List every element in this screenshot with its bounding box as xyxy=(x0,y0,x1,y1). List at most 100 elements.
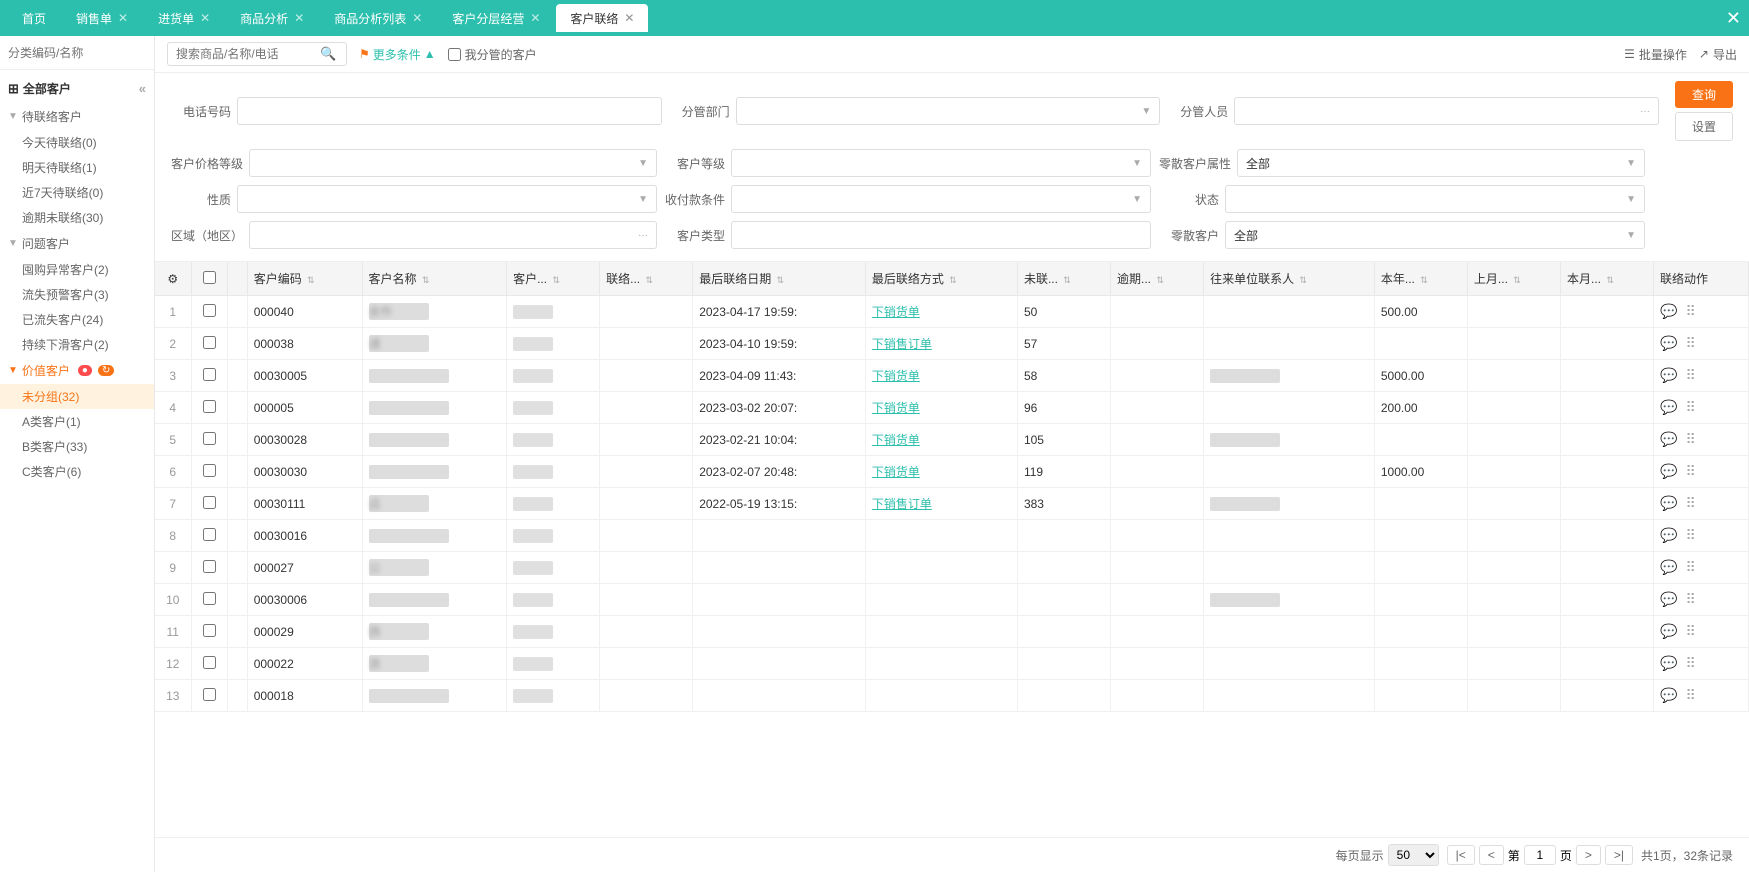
select-all-checkbox[interactable] xyxy=(203,271,216,284)
row-checkbox[interactable] xyxy=(191,392,227,424)
filter-region-select[interactable]: ··· xyxy=(249,221,657,249)
tab-sales-close[interactable]: ✕ xyxy=(118,11,128,25)
tab-purchase-close[interactable]: ✕ xyxy=(200,11,210,25)
more-action-icon[interactable]: ⠿ xyxy=(1685,367,1695,384)
this-month-col-header[interactable]: 本月... ⇅ xyxy=(1560,262,1653,296)
filter-customer-type-select[interactable] xyxy=(731,221,1151,249)
tab-goods-analysis-close[interactable]: ✕ xyxy=(294,11,304,25)
sidebar-item-no-group[interactable]: 未分组(32) xyxy=(0,384,154,409)
tab-sales[interactable]: 销售单 ✕ xyxy=(62,4,142,32)
last-month-col-header[interactable]: 上月... ⇅ xyxy=(1467,262,1560,296)
name-col-header[interactable]: 客户名称 ⇅ xyxy=(362,262,507,296)
next-page-button[interactable]: > xyxy=(1576,845,1601,865)
sidebar-item-today-pending[interactable]: 今天待联络(0) xyxy=(0,130,154,155)
reset-button[interactable]: 设置 xyxy=(1675,112,1733,141)
more-action-icon[interactable]: ⠿ xyxy=(1685,303,1695,320)
row-checkbox[interactable] xyxy=(191,360,227,392)
code-col-header[interactable]: 客户编码 ⇅ xyxy=(247,262,362,296)
filter-staff-select[interactable]: ··· xyxy=(1234,97,1659,125)
filter-payment-select[interactable]: ▼ xyxy=(731,185,1151,213)
tab-customer-segment-close[interactable]: ✕ xyxy=(530,11,540,25)
tab-bar-close-all[interactable]: ✕ xyxy=(1726,8,1741,29)
more-action-icon[interactable]: ⠿ xyxy=(1685,431,1695,448)
contact-icon[interactable]: 💬 xyxy=(1660,463,1677,480)
more-action-icon[interactable]: ⠿ xyxy=(1685,591,1695,608)
contact-icon[interactable]: 💬 xyxy=(1660,303,1677,320)
contact-icon[interactable]: 💬 xyxy=(1660,623,1677,640)
sidebar-all-customers[interactable]: ⊞ 全部客户 « xyxy=(0,74,154,103)
sidebar-section-problem[interactable]: ▼ 问题客户 xyxy=(0,230,154,257)
tab-goods-analysis-list[interactable]: 商品分析列表 ✕ xyxy=(320,4,436,32)
tab-customer-segment[interactable]: 客户分层经营 ✕ xyxy=(438,4,554,32)
row-checkbox[interactable] xyxy=(191,520,227,552)
sidebar-item-class-c[interactable]: C类客户(6) xyxy=(0,459,154,484)
sidebar-section-value[interactable]: ▼ 价值客户 ● ↻ xyxy=(0,357,154,384)
row-checkbox[interactable] xyxy=(191,680,227,712)
row-checkbox[interactable] xyxy=(191,488,227,520)
sidebar-item-declining[interactable]: 持续下滑客户(2) xyxy=(0,332,154,357)
more-action-icon[interactable]: ⠿ xyxy=(1685,495,1695,512)
tab-goods-analysis-list-close[interactable]: ✕ xyxy=(412,11,422,25)
contact-icon[interactable]: 💬 xyxy=(1660,591,1677,608)
contact-icon[interactable]: 💬 xyxy=(1660,559,1677,576)
contact-icon[interactable]: 💬 xyxy=(1660,367,1677,384)
filter-price-level-select[interactable]: ▼ xyxy=(249,149,657,177)
tab-goods-analysis[interactable]: 商品分析 ✕ xyxy=(226,4,318,32)
filter-customer-level-select[interactable]: ▼ xyxy=(731,149,1151,177)
last-contact-date-col-header[interactable]: 最后联络日期 ⇅ xyxy=(693,262,866,296)
first-page-button[interactable]: |< xyxy=(1447,845,1475,865)
contact-icon[interactable]: 💬 xyxy=(1660,687,1677,704)
sidebar-item-7day-pending[interactable]: 近7天待联络(0) xyxy=(0,180,154,205)
sidebar-item-loss-warning[interactable]: 流失预警客户(3) xyxy=(0,282,154,307)
filter-status-select[interactable]: ▼ xyxy=(1225,185,1645,213)
contact-icon[interactable]: 💬 xyxy=(1660,527,1677,544)
contact-icon[interactable]: 💬 xyxy=(1660,399,1677,416)
row-checkbox[interactable] xyxy=(191,584,227,616)
prev-page-button[interactable]: < xyxy=(1479,845,1504,865)
row-checkbox[interactable] xyxy=(191,456,227,488)
more-action-icon[interactable]: ⠿ xyxy=(1685,687,1695,704)
page-number-input[interactable] xyxy=(1524,845,1556,865)
filter-retail-customer-select[interactable]: 全部▼ xyxy=(1225,221,1645,249)
more-action-icon[interactable]: ⠿ xyxy=(1685,399,1695,416)
sidebar-item-abnormal[interactable]: 囤购异常客户(2) xyxy=(0,257,154,282)
row-checkbox[interactable] xyxy=(191,648,227,680)
more-action-icon[interactable]: ⠿ xyxy=(1685,463,1695,480)
last-page-button[interactable]: >| xyxy=(1605,845,1633,865)
sidebar-section-pending[interactable]: ▼ 待联络客户 xyxy=(0,103,154,130)
contact-col-header[interactable]: 联络... ⇅ xyxy=(600,262,693,296)
sidebar-item-lost[interactable]: 已流失客户(24) xyxy=(0,307,154,332)
contact-icon[interactable]: 💬 xyxy=(1660,335,1677,352)
sidebar-item-overdue-pending[interactable]: 逾期未联络(30) xyxy=(0,205,154,230)
query-button[interactable]: 查询 xyxy=(1675,81,1733,108)
tab-customer-contact-close[interactable]: ✕ xyxy=(624,11,634,25)
row-checkbox[interactable] xyxy=(191,328,227,360)
no-contact-col-header[interactable]: 未联... ⇅ xyxy=(1017,262,1110,296)
more-action-icon[interactable]: ⠿ xyxy=(1685,655,1695,672)
sidebar-item-class-b[interactable]: B类客户(33) xyxy=(0,434,154,459)
checkbox-col-header[interactable] xyxy=(191,262,227,296)
row-checkbox[interactable] xyxy=(191,616,227,648)
contact-icon[interactable]: 💬 xyxy=(1660,495,1677,512)
more-action-icon[interactable]: ⠿ xyxy=(1685,335,1695,352)
filter-retail-attr-select[interactable]: 全部▼ xyxy=(1237,149,1645,177)
tab-customer-contact[interactable]: 客户联络 ✕ xyxy=(556,4,648,32)
my-customers-checkbox[interactable] xyxy=(448,48,461,61)
batch-op-button[interactable]: ☰ 批量操作 xyxy=(1624,46,1687,63)
more-action-icon[interactable]: ⠿ xyxy=(1685,623,1695,640)
page-size-select[interactable]: 50 100 200 xyxy=(1388,844,1439,866)
more-action-icon[interactable]: ⠿ xyxy=(1685,527,1695,544)
filter-nature-select[interactable]: ▼ xyxy=(237,185,657,213)
filter-search-input[interactable] xyxy=(176,47,316,61)
contact-icon[interactable]: 💬 xyxy=(1660,431,1677,448)
type-col-header[interactable]: 客户... ⇅ xyxy=(507,262,600,296)
more-conditions-btn[interactable]: ⚑ 更多条件 ▲ xyxy=(359,46,436,63)
row-checkbox[interactable] xyxy=(191,424,227,456)
overdue-col-header[interactable]: 逾期... ⇅ xyxy=(1111,262,1204,296)
filter-search-icon[interactable]: 🔍 xyxy=(320,46,336,62)
sidebar-item-class-a[interactable]: A类客户(1) xyxy=(0,409,154,434)
last-contact-way-col-header[interactable]: 最后联络方式 ⇅ xyxy=(865,262,1017,296)
row-checkbox[interactable] xyxy=(191,552,227,584)
unit-contact-col-header[interactable]: 往来单位联系人 ⇅ xyxy=(1204,262,1375,296)
export-button[interactable]: ↗ 导出 xyxy=(1699,46,1737,63)
